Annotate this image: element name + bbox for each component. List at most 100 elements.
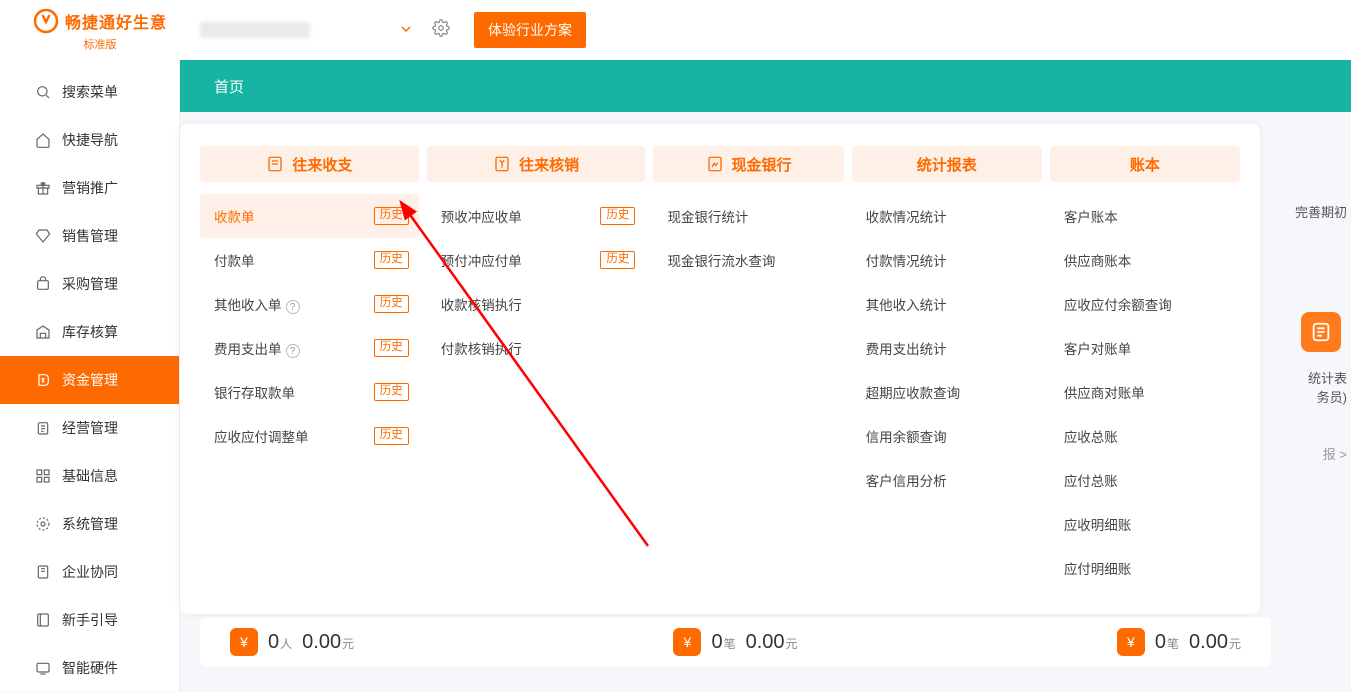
sidebar-item-sales[interactable]: 销售管理: [0, 212, 179, 260]
money-icon: [34, 371, 52, 389]
history-tag[interactable]: 历史: [600, 251, 635, 269]
sidebar-item-search[interactable]: 搜索菜单: [0, 68, 179, 116]
sidebar-item-purchase[interactable]: 采购管理: [0, 260, 179, 308]
funds-mega-menu: 往来收支 收款单历史 付款单历史 其他收入单?历史 费用支出单?历史 银行存取款…: [180, 124, 1260, 614]
menu-supplier-ledger[interactable]: 供应商账本: [1050, 238, 1240, 282]
menu-advance-receipt-offset[interactable]: 预收冲应收单历史: [427, 194, 646, 238]
sidebar-item-guide[interactable]: 新手引导: [0, 596, 179, 644]
menu-overdue-ar[interactable]: 超期应收款查询: [852, 370, 1042, 414]
tab-home[interactable]: 首页: [200, 60, 258, 112]
hint-stat-table[interactable]: 统计表务员): [1308, 368, 1347, 406]
system-icon: [34, 515, 52, 533]
menu-payment-stat[interactable]: 付款情况统计: [852, 238, 1042, 282]
hint-complete-initial[interactable]: 完善期初: [1295, 202, 1347, 221]
menu-other-income-stat[interactable]: 其他收入统计: [852, 282, 1042, 326]
org-selector[interactable]: [200, 12, 450, 48]
menu-expense[interactable]: 费用支出单?历史: [200, 326, 419, 370]
menu-ap-detail[interactable]: 应付明细账: [1050, 546, 1240, 590]
navbar: 首页: [180, 60, 1351, 112]
chevron-down-icon: [400, 22, 412, 38]
menu-receipt-writeoff-exec[interactable]: 收款核销执行: [427, 282, 646, 326]
menu-ar-ap-adjust[interactable]: 应收应付调整单历史: [200, 414, 419, 458]
sidebar-item-inventory[interactable]: 库存核算: [0, 308, 179, 356]
kpi-card: ¥ 0笔 0.00元: [673, 628, 797, 656]
menu-receipt-stat[interactable]: 收款情况统计: [852, 194, 1042, 238]
kpi-card: ¥ 0笔 0.00元: [1117, 628, 1241, 656]
help-icon[interactable]: ?: [286, 344, 300, 358]
menu-ar-ap-balance[interactable]: 应收应付余额查询: [1050, 282, 1240, 326]
mega-col-header: 现金银行: [653, 146, 843, 182]
history-tag[interactable]: 历史: [374, 251, 409, 269]
menu-supplier-statement[interactable]: 供应商对账单: [1050, 370, 1240, 414]
doc-icon: [34, 563, 52, 581]
menu-ar-general[interactable]: 应收总账: [1050, 414, 1240, 458]
history-tag[interactable]: 历史: [374, 295, 409, 313]
sidebar-item-operation[interactable]: 经营管理: [0, 404, 179, 452]
book-icon: [34, 611, 52, 629]
right-panel-strip: 完善期初 统计表务员) 报 >: [1281, 112, 1351, 691]
menu-cashbank-flow[interactable]: 现金银行流水查询: [653, 238, 843, 282]
gift-icon: [34, 179, 52, 197]
topbar: 畅捷通好生意 标准版 体验行业方案: [0, 0, 1351, 60]
logo-icon: [33, 8, 59, 34]
brand-edition: 标准版: [84, 36, 117, 52]
hint-report-more[interactable]: 报 >: [1323, 444, 1347, 463]
cart-icon: [34, 275, 52, 293]
search-icon: [34, 83, 52, 101]
tv-icon: [34, 659, 52, 677]
writeoff-icon: [493, 155, 511, 173]
history-tag[interactable]: 历史: [374, 427, 409, 445]
help-icon[interactable]: ?: [286, 300, 300, 314]
sidebar: 搜索菜单 快捷导航 营销推广 销售管理 采购管理 库存核算 资金管理 经营管理 …: [0, 60, 180, 691]
mega-col-header: 往来收支: [200, 146, 419, 182]
sidebar-item-hardware[interactable]: 智能硬件: [0, 644, 179, 692]
menu-customer-ledger[interactable]: 客户账本: [1050, 194, 1240, 238]
menu-cashbank-stat[interactable]: 现金银行统计: [653, 194, 843, 238]
sidebar-item-funds[interactable]: 资金管理: [0, 356, 179, 404]
mega-col-reports: 统计报表 收款情况统计 付款情况统计 其他收入统计 费用支出统计 超期应收款查询…: [852, 146, 1042, 592]
menu-advance-payment-offset[interactable]: 预付冲应付单历史: [427, 238, 646, 282]
bank-icon: [706, 155, 724, 173]
grid-icon: [34, 467, 52, 485]
receipt-icon: [266, 155, 284, 173]
sidebar-item-marketing[interactable]: 营销推广: [0, 164, 179, 212]
menu-credit-balance[interactable]: 信用余额查询: [852, 414, 1042, 458]
kpi-row: ¥ 0人 0.00元 ¥ 0笔 0.00元 ¥ 0笔 0.00元: [200, 617, 1271, 667]
sidebar-item-collab[interactable]: 企业协同: [0, 548, 179, 596]
kpi-wallet-icon: ¥: [1117, 628, 1145, 656]
menu-payment-writeoff-exec[interactable]: 付款核销执行: [427, 326, 646, 370]
menu-bank-transfer[interactable]: 银行存取款单历史: [200, 370, 419, 414]
history-tag[interactable]: 历史: [374, 339, 409, 357]
logo-wrap: 畅捷通好生意 标准版: [0, 8, 180, 52]
menu-customer-credit[interactable]: 客户信用分析: [852, 458, 1042, 502]
menu-ar-detail[interactable]: 应收明细账: [1050, 502, 1240, 546]
kpi-card: ¥ 0人 0.00元: [230, 628, 354, 656]
mega-col-writeoff: 往来核销 预收冲应收单历史 预付冲应付单历史 收款核销执行 付款核销执行: [427, 146, 646, 592]
mega-col-header: 统计报表: [852, 146, 1042, 182]
menu-customer-statement[interactable]: 客户对账单: [1050, 326, 1240, 370]
mega-col-cashbank: 现金银行 现金银行统计 现金银行流水查询: [653, 146, 843, 592]
experience-plan-button[interactable]: 体验行业方案: [474, 12, 586, 48]
mega-col-header: 账本: [1050, 146, 1240, 182]
history-tag[interactable]: 历史: [600, 207, 635, 225]
menu-ap-general[interactable]: 应付总账: [1050, 458, 1240, 502]
org-name-redacted: [200, 22, 310, 38]
menu-receipt[interactable]: 收款单历史: [200, 194, 419, 238]
history-tag[interactable]: 历史: [374, 383, 409, 401]
warehouse-icon: [34, 323, 52, 341]
menu-other-income[interactable]: 其他收入单?历史: [200, 282, 419, 326]
sidebar-item-system[interactable]: 系统管理: [0, 500, 179, 548]
sidebar-item-basic[interactable]: 基础信息: [0, 452, 179, 500]
clipboard-icon: [34, 419, 52, 437]
diamond-icon: [34, 227, 52, 245]
history-tag[interactable]: 历史: [374, 207, 409, 225]
menu-expense-stat[interactable]: 费用支出统计: [852, 326, 1042, 370]
float-report-icon[interactable]: [1301, 312, 1341, 352]
kpi-people-icon: ¥: [230, 628, 258, 656]
kpi-txn-icon: ¥: [673, 628, 701, 656]
menu-payment[interactable]: 付款单历史: [200, 238, 419, 282]
gear-icon[interactable]: [432, 19, 450, 42]
sidebar-item-quicknav[interactable]: 快捷导航: [0, 116, 179, 164]
mega-col-ledger: 账本 客户账本 供应商账本 应收应付余额查询 客户对账单 供应商对账单 应收总账…: [1050, 146, 1240, 592]
mega-col-receipts: 往来收支 收款单历史 付款单历史 其他收入单?历史 费用支出单?历史 银行存取款…: [200, 146, 419, 592]
